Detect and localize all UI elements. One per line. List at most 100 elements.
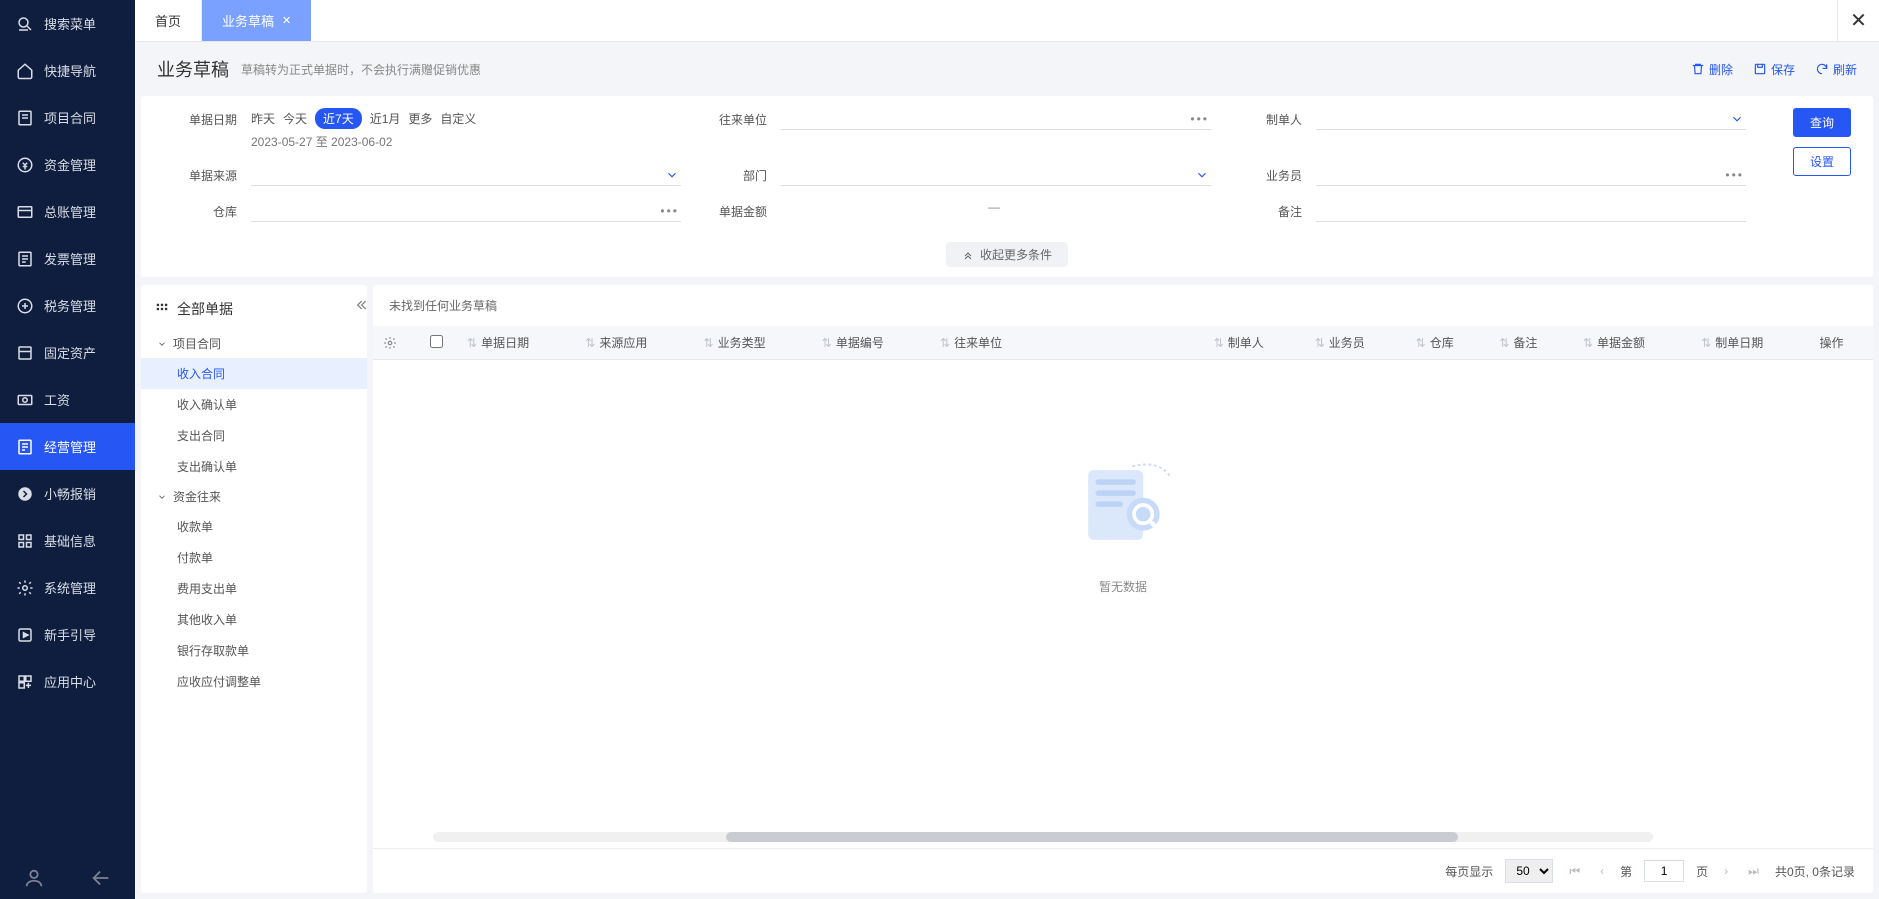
- ellipsis-icon[interactable]: •••: [1725, 168, 1744, 182]
- nav-funds[interactable]: 资金管理: [0, 141, 135, 188]
- nav-quick[interactable]: 快捷导航: [0, 47, 135, 94]
- sort-icon[interactable]: ⇅: [704, 336, 714, 350]
- col-header[interactable]: ⇅单据金额: [1573, 326, 1691, 360]
- tree-item[interactable]: 付款单: [141, 542, 367, 573]
- col-header[interactable]: ⇅单据编号: [812, 326, 930, 360]
- nav-label: 资金管理: [44, 155, 96, 174]
- collapse-conditions[interactable]: 收起更多条件: [946, 242, 1068, 267]
- sort-icon[interactable]: ⇅: [1499, 336, 1509, 350]
- chevron-down-icon[interactable]: [1195, 168, 1209, 182]
- save-button[interactable]: 保存: [1753, 61, 1795, 78]
- col-header[interactable]: ⇅仓库: [1406, 326, 1490, 360]
- settings-button[interactable]: 设置: [1793, 147, 1851, 176]
- partner-input[interactable]: •••: [781, 108, 1211, 130]
- scroll-thumb[interactable]: [726, 832, 1458, 842]
- horizontal-scrollbar[interactable]: [433, 832, 1653, 842]
- chevron-down-icon[interactable]: [665, 168, 679, 182]
- date-chip-more[interactable]: 更多: [408, 110, 432, 127]
- nav-operation[interactable]: 经营管理: [0, 423, 135, 470]
- tree-group-funds[interactable]: 资金往来: [141, 482, 367, 511]
- sort-icon[interactable]: ⇅: [1701, 336, 1711, 350]
- nav-system[interactable]: 系统管理: [0, 564, 135, 611]
- page-input[interactable]: [1644, 860, 1684, 882]
- warehouse-input[interactable]: •••: [251, 200, 681, 222]
- nav-apps[interactable]: 应用中心: [0, 658, 135, 705]
- sort-icon[interactable]: ⇅: [1315, 336, 1325, 350]
- perpage-select[interactable]: 50: [1505, 859, 1553, 883]
- nav-guide[interactable]: 新手引导: [0, 611, 135, 658]
- sort-icon[interactable]: ⇅: [822, 336, 832, 350]
- tree-item[interactable]: 收入确认单: [141, 389, 367, 420]
- delete-button[interactable]: 删除: [1691, 61, 1733, 78]
- nav-reimburse[interactable]: 小畅报销: [0, 470, 135, 517]
- col-header[interactable]: ⇅来源应用: [575, 326, 693, 360]
- tree-item[interactable]: 支出合同: [141, 420, 367, 451]
- nav-label: 总账管理: [44, 202, 96, 221]
- tab-draft[interactable]: 业务草稿✕: [202, 0, 311, 41]
- nav-invoice[interactable]: 发票管理: [0, 235, 135, 282]
- tree-item[interactable]: 支出确认单: [141, 451, 367, 482]
- ellipsis-icon[interactable]: •••: [1190, 112, 1209, 126]
- close-icon[interactable]: ✕: [282, 14, 291, 27]
- pager-prev[interactable]: ‹: [1596, 864, 1608, 878]
- pager-last[interactable]: ⏭: [1744, 864, 1763, 879]
- col-header[interactable]: ⇅制单日期: [1691, 326, 1809, 360]
- refresh-button[interactable]: 刷新: [1815, 61, 1857, 78]
- tree-group-contract[interactable]: 项目合同: [141, 329, 367, 358]
- source-select[interactable]: [251, 164, 681, 186]
- date-chip-today[interactable]: 今天: [283, 110, 307, 127]
- sort-icon[interactable]: ⇅: [585, 336, 595, 350]
- col-header[interactable]: ⇅业务员: [1305, 326, 1406, 360]
- tabs-close-all[interactable]: ✕: [1837, 0, 1879, 41]
- tab-home[interactable]: 首页: [135, 0, 202, 41]
- nav-tax[interactable]: 税务管理: [0, 282, 135, 329]
- col-header[interactable]: ⇅业务类型: [694, 326, 812, 360]
- tree-item[interactable]: 收入合同: [141, 358, 367, 389]
- filter-label-partner: 往来单位: [691, 108, 781, 128]
- amount-range[interactable]: —: [781, 200, 1211, 214]
- filter-label-date: 单据日期: [161, 108, 251, 128]
- filter-label-maker: 制单人: [1226, 108, 1316, 128]
- date-chip-7d[interactable]: 近7天: [315, 108, 362, 129]
- date-chip-custom[interactable]: 自定义: [440, 110, 476, 127]
- date-chip-yesterday[interactable]: 昨天: [251, 110, 275, 127]
- salesman-input[interactable]: •••: [1316, 164, 1746, 186]
- tree-item[interactable]: 银行存取款单: [141, 635, 367, 666]
- sort-icon[interactable]: ⇅: [1416, 336, 1426, 350]
- sort-icon[interactable]: ⇅: [1214, 336, 1224, 350]
- sort-icon[interactable]: ⇅: [940, 336, 950, 350]
- dept-select[interactable]: [781, 164, 1211, 186]
- tree-item[interactable]: 费用支出单: [141, 573, 367, 604]
- collapse-panel-button[interactable]: [353, 297, 369, 313]
- sort-icon[interactable]: ⇅: [1583, 336, 1593, 350]
- nav-base[interactable]: 基础信息: [0, 517, 135, 564]
- footer-icon-1[interactable]: [23, 867, 45, 889]
- footer-icon-2[interactable]: [90, 867, 112, 889]
- col-checkbox[interactable]: [415, 326, 457, 360]
- tree-item[interactable]: 收款单: [141, 511, 367, 542]
- col-header[interactable]: ⇅制单人: [1204, 326, 1305, 360]
- query-button[interactable]: 查询: [1793, 108, 1851, 137]
- nav-assets[interactable]: 固定资产: [0, 329, 135, 376]
- nav-search-menu[interactable]: 搜索菜单: [0, 0, 135, 47]
- maker-input[interactable]: [1316, 108, 1746, 130]
- chevron-down-icon[interactable]: [1730, 112, 1744, 126]
- nav-ledger[interactable]: 总账管理: [0, 188, 135, 235]
- remark-input[interactable]: [1316, 200, 1746, 222]
- sort-icon[interactable]: ⇅: [467, 336, 477, 350]
- col-settings[interactable]: [373, 326, 415, 360]
- nav-salary[interactable]: 工资: [0, 376, 135, 423]
- col-header[interactable]: ⇅往来单位: [930, 326, 1204, 360]
- tree-item[interactable]: 应收应付调整单: [141, 666, 367, 697]
- ellipsis-icon[interactable]: •••: [660, 204, 679, 218]
- tree-item[interactable]: 其他收入单: [141, 604, 367, 635]
- pager-next[interactable]: ›: [1720, 864, 1732, 878]
- select-all-checkbox[interactable]: [430, 335, 443, 348]
- pager-first[interactable]: ⏮: [1565, 864, 1584, 879]
- nav-contract[interactable]: 项目合同: [0, 94, 135, 141]
- nav-label: 系统管理: [44, 578, 96, 597]
- nav-label: 搜索菜单: [44, 14, 96, 33]
- col-header[interactable]: ⇅备注: [1489, 326, 1573, 360]
- date-chip-1m[interactable]: 近1月: [370, 110, 401, 127]
- col-header[interactable]: ⇅单据日期: [457, 326, 575, 360]
